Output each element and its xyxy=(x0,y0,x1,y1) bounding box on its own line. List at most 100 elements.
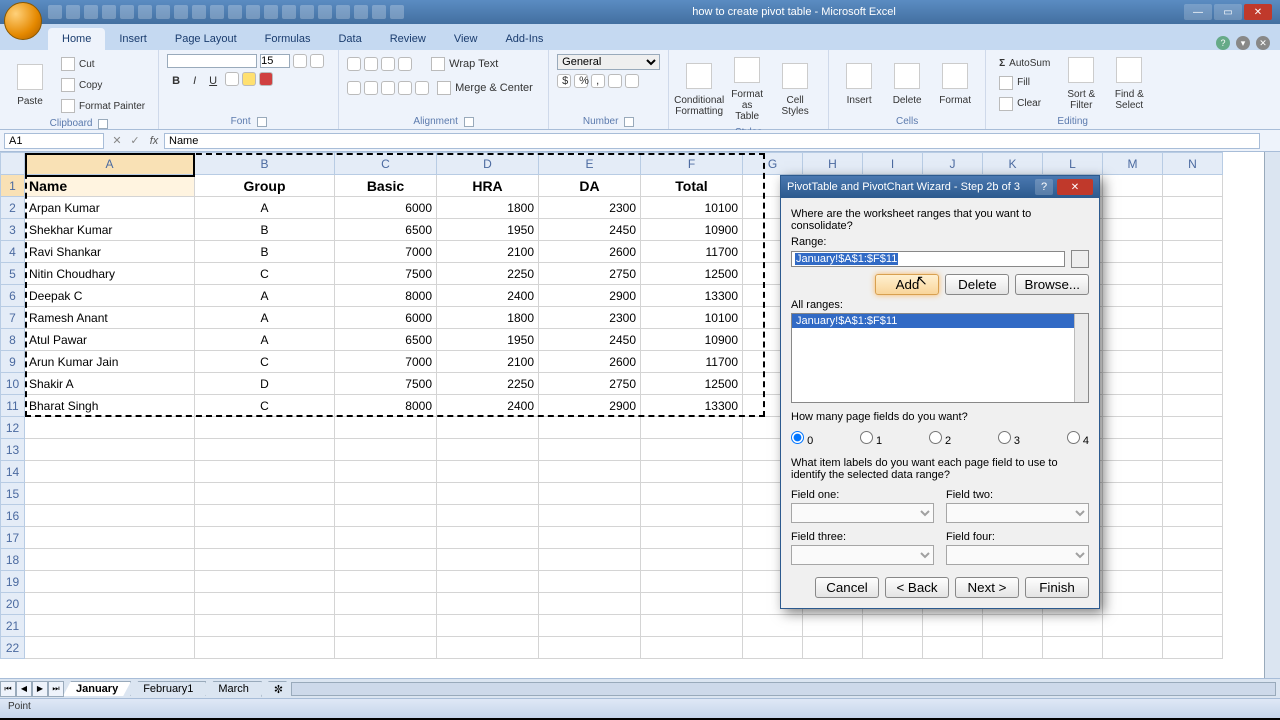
sheet-tab-february1[interactable]: February1 xyxy=(130,681,206,696)
cell[interactable] xyxy=(437,417,539,439)
tab-addins[interactable]: Add-Ins xyxy=(491,28,557,50)
browse-button[interactable]: Browse... xyxy=(1015,274,1089,295)
cell[interactable] xyxy=(1103,219,1163,241)
row-header[interactable]: 7 xyxy=(1,307,25,329)
cell[interactable]: Ramesh Anant xyxy=(25,307,195,329)
radio-0[interactable]: 0 xyxy=(791,431,813,447)
cell[interactable] xyxy=(437,439,539,461)
qat-btn[interactable] xyxy=(246,5,260,19)
cell[interactable] xyxy=(803,615,863,637)
delete-cells-button[interactable]: Delete xyxy=(885,60,929,109)
cell[interactable] xyxy=(539,505,641,527)
dec-decimal-icon[interactable] xyxy=(625,74,639,88)
sheet-nav-prev-icon[interactable]: ◀ xyxy=(16,681,32,697)
maximize-button[interactable]: ▭ xyxy=(1214,4,1242,20)
cell[interactable]: 6500 xyxy=(335,219,437,241)
cell[interactable]: 2300 xyxy=(539,197,641,219)
col-header[interactable]: I xyxy=(863,153,923,175)
qat-more-icon[interactable] xyxy=(390,5,404,19)
comma-icon[interactable]: , xyxy=(591,74,605,88)
cell[interactable] xyxy=(983,637,1043,659)
cell[interactable] xyxy=(1103,461,1163,483)
cell[interactable]: B xyxy=(195,241,335,263)
minimize-button[interactable]: — xyxy=(1184,4,1212,20)
cell[interactable] xyxy=(1103,307,1163,329)
cell[interactable] xyxy=(1163,175,1223,197)
align-left-icon[interactable] xyxy=(347,81,361,95)
cell[interactable] xyxy=(195,571,335,593)
cell[interactable] xyxy=(335,571,437,593)
row-header[interactable]: 17 xyxy=(1,527,25,549)
number-dialog-icon[interactable] xyxy=(624,117,634,127)
row-header[interactable]: 22 xyxy=(1,637,25,659)
row-header[interactable]: 1 xyxy=(1,175,25,197)
align-middle-icon[interactable] xyxy=(364,57,378,71)
cell[interactable]: 2400 xyxy=(437,285,539,307)
cell[interactable] xyxy=(923,615,983,637)
cell[interactable] xyxy=(437,549,539,571)
cell[interactable] xyxy=(335,417,437,439)
cell[interactable]: 6500 xyxy=(335,329,437,351)
cell[interactable] xyxy=(641,571,743,593)
col-header[interactable]: L xyxy=(1043,153,1103,175)
row-header[interactable]: 19 xyxy=(1,571,25,593)
cell[interactable] xyxy=(539,571,641,593)
row-header[interactable]: 11 xyxy=(1,395,25,417)
cell[interactable]: 7500 xyxy=(335,263,437,285)
radio-4[interactable]: 4 xyxy=(1067,431,1089,447)
cell[interactable] xyxy=(1163,395,1223,417)
col-header[interactable]: M xyxy=(1103,153,1163,175)
cell[interactable] xyxy=(641,527,743,549)
row-header[interactable]: 5 xyxy=(1,263,25,285)
border-icon[interactable] xyxy=(225,72,239,86)
cell[interactable] xyxy=(25,439,195,461)
cell[interactable] xyxy=(743,615,803,637)
formula-input[interactable]: Name xyxy=(164,133,1260,149)
cell[interactable] xyxy=(641,637,743,659)
dialog-close-icon[interactable]: ✕ xyxy=(1057,179,1093,195)
cell[interactable] xyxy=(335,637,437,659)
number-format-combo[interactable]: General xyxy=(557,54,660,70)
cell[interactable] xyxy=(641,549,743,571)
cell[interactable] xyxy=(335,505,437,527)
qat-save-icon[interactable] xyxy=(48,5,62,19)
copy-button[interactable]: Copy xyxy=(56,75,150,95)
qat-btn[interactable] xyxy=(174,5,188,19)
cell[interactable]: A xyxy=(195,329,335,351)
cell[interactable] xyxy=(335,549,437,571)
field-two-combo[interactable] xyxy=(946,503,1089,523)
col-header[interactable]: D xyxy=(437,153,539,175)
cell[interactable] xyxy=(1103,373,1163,395)
cell[interactable]: C xyxy=(195,395,335,417)
align-center-icon[interactable] xyxy=(364,81,378,95)
cell[interactable] xyxy=(195,483,335,505)
horizontal-scrollbar[interactable] xyxy=(291,682,1276,696)
qat-btn[interactable] xyxy=(300,5,314,19)
cell[interactable]: 7500 xyxy=(335,373,437,395)
cell[interactable]: Basic xyxy=(335,175,437,197)
cell[interactable] xyxy=(641,439,743,461)
cell[interactable]: 11700 xyxy=(641,351,743,373)
col-header[interactable]: K xyxy=(983,153,1043,175)
cell[interactable] xyxy=(1163,373,1223,395)
range-picker-icon[interactable] xyxy=(1071,250,1089,268)
field-one-combo[interactable] xyxy=(791,503,934,523)
cell[interactable]: C xyxy=(195,351,335,373)
row-header[interactable]: 4 xyxy=(1,241,25,263)
cell[interactable]: A xyxy=(195,285,335,307)
cell[interactable] xyxy=(25,549,195,571)
cell[interactable] xyxy=(1163,241,1223,263)
clear-button[interactable]: Clear xyxy=(994,94,1055,114)
cell[interactable] xyxy=(25,593,195,615)
row-header[interactable]: 16 xyxy=(1,505,25,527)
field-four-combo[interactable] xyxy=(946,545,1089,565)
cell[interactable] xyxy=(195,593,335,615)
cell[interactable] xyxy=(1103,329,1163,351)
cell[interactable] xyxy=(437,615,539,637)
qat-btn[interactable] xyxy=(282,5,296,19)
cell[interactable] xyxy=(1163,571,1223,593)
cell[interactable] xyxy=(437,483,539,505)
cell[interactable]: 2400 xyxy=(437,395,539,417)
cell[interactable] xyxy=(1103,615,1163,637)
align-top-icon[interactable] xyxy=(347,57,361,71)
